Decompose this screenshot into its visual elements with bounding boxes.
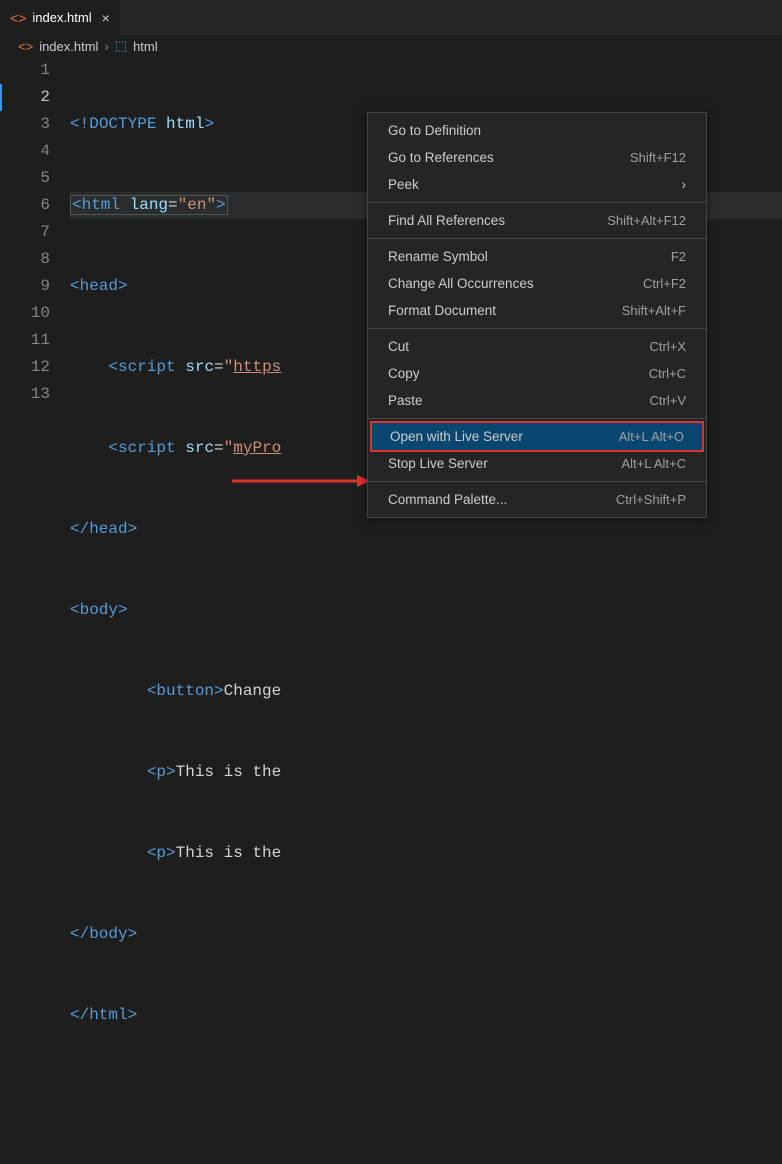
line-number: 6 xyxy=(0,192,50,219)
menu-item-open-with-live-server[interactable]: Open with Live Server Alt+L Alt+O xyxy=(370,421,704,452)
code-line: </html> xyxy=(70,1002,782,1029)
line-number: 13 xyxy=(0,381,50,408)
menu-shortcut: Ctrl+Shift+P xyxy=(616,492,686,507)
menu-shortcut: Shift+Alt+F12 xyxy=(607,213,686,228)
html-file-icon: <> xyxy=(10,10,26,26)
chevron-right-icon: › xyxy=(104,39,108,54)
menu-separator xyxy=(368,202,706,203)
tab-title: index.html xyxy=(32,10,91,25)
menu-item-label: Find All References xyxy=(388,213,505,228)
code-line: <button>Change xyxy=(70,678,782,705)
chevron-right-icon: › xyxy=(682,177,687,192)
line-gutter: 1 2 3 4 5 6 7 8 9 10 11 12 13 xyxy=(0,57,70,1164)
menu-item-label: Format Document xyxy=(388,303,496,318)
line-number: 2 xyxy=(0,84,50,111)
menu-shortcut: Shift+F12 xyxy=(630,150,686,165)
menu-item-stop-live-server[interactable]: Stop Live Server Alt+L Alt+C xyxy=(368,450,706,477)
line-number: 9 xyxy=(0,273,50,300)
menu-shortcut: Ctrl+F2 xyxy=(643,276,686,291)
menu-item-copy[interactable]: Copy Ctrl+C xyxy=(368,360,706,387)
tab-bar: <> index.html × xyxy=(0,0,782,35)
line-number: 12 xyxy=(0,354,50,381)
menu-item-cut[interactable]: Cut Ctrl+X xyxy=(368,333,706,360)
menu-item-change-all-occurrences[interactable]: Change All Occurrences Ctrl+F2 xyxy=(368,270,706,297)
line-number: 5 xyxy=(0,165,50,192)
menu-separator xyxy=(368,481,706,482)
menu-item-label: Go to Definition xyxy=(388,123,481,138)
menu-shortcut: Alt+L Alt+C xyxy=(621,456,686,471)
menu-shortcut: Alt+L Alt+O xyxy=(619,429,684,444)
line-number: 10 xyxy=(0,300,50,327)
menu-separator xyxy=(368,328,706,329)
code-line: </body> xyxy=(70,921,782,948)
close-icon[interactable]: × xyxy=(102,10,110,26)
line-number: 11 xyxy=(0,327,50,354)
menu-item-label: Paste xyxy=(388,393,423,408)
context-menu: Go to Definition Go to References Shift+F1… xyxy=(367,112,707,518)
menu-item-label: Peek xyxy=(388,177,419,192)
menu-item-peek[interactable]: Peek › xyxy=(368,171,706,198)
menu-item-label: Open with Live Server xyxy=(390,429,523,444)
menu-shortcut: Ctrl+X xyxy=(650,339,686,354)
menu-item-go-to-references[interactable]: Go to References Shift+F12 xyxy=(368,144,706,171)
menu-item-format-document[interactable]: Format Document Shift+Alt+F xyxy=(368,297,706,324)
menu-shortcut: F2 xyxy=(671,249,686,264)
breadcrumb-symbol: html xyxy=(133,39,158,54)
menu-item-label: Stop Live Server xyxy=(388,456,488,471)
menu-separator xyxy=(368,238,706,239)
menu-shortcut: Shift+Alt+F xyxy=(622,303,686,318)
breadcrumb-file: index.html xyxy=(39,39,98,54)
menu-separator xyxy=(368,418,706,419)
line-number: 7 xyxy=(0,219,50,246)
breadcrumb[interactable]: <> index.html › ⬚ html xyxy=(0,35,782,57)
menu-item-label: Copy xyxy=(388,366,420,381)
tab-index-html[interactable]: <> index.html × xyxy=(0,0,120,35)
code-line: <p>This is the xyxy=(70,840,782,867)
code-line xyxy=(70,1083,782,1110)
menu-item-go-to-definition[interactable]: Go to Definition xyxy=(368,117,706,144)
menu-item-paste[interactable]: Paste Ctrl+V xyxy=(368,387,706,414)
menu-item-command-palette[interactable]: Command Palette... Ctrl+Shift+P xyxy=(368,486,706,513)
menu-item-label: Rename Symbol xyxy=(388,249,488,264)
menu-shortcut: Ctrl+V xyxy=(650,393,686,408)
code-line: <p>This is the xyxy=(70,759,782,786)
menu-item-label: Go to References xyxy=(388,150,494,165)
line-number: 4 xyxy=(0,138,50,165)
gutter-marker xyxy=(0,84,2,111)
html-tag-icon: ⬚ xyxy=(115,38,127,54)
menu-item-rename-symbol[interactable]: Rename Symbol F2 xyxy=(368,243,706,270)
menu-item-label: Command Palette... xyxy=(388,492,507,507)
code-line: <body> xyxy=(70,597,782,624)
menu-item-find-all-references[interactable]: Find All References Shift+Alt+F12 xyxy=(368,207,706,234)
annotation-arrow xyxy=(232,471,372,491)
line-number: 3 xyxy=(0,111,50,138)
vertical-scrollbar[interactable] xyxy=(768,57,782,602)
menu-shortcut: Ctrl+C xyxy=(649,366,686,381)
menu-item-label: Change All Occurrences xyxy=(388,276,534,291)
line-number: 8 xyxy=(0,246,50,273)
menu-item-label: Cut xyxy=(388,339,409,354)
line-number: 1 xyxy=(0,57,50,84)
html-file-icon: <> xyxy=(18,39,33,54)
code-line: </head> xyxy=(70,516,782,543)
